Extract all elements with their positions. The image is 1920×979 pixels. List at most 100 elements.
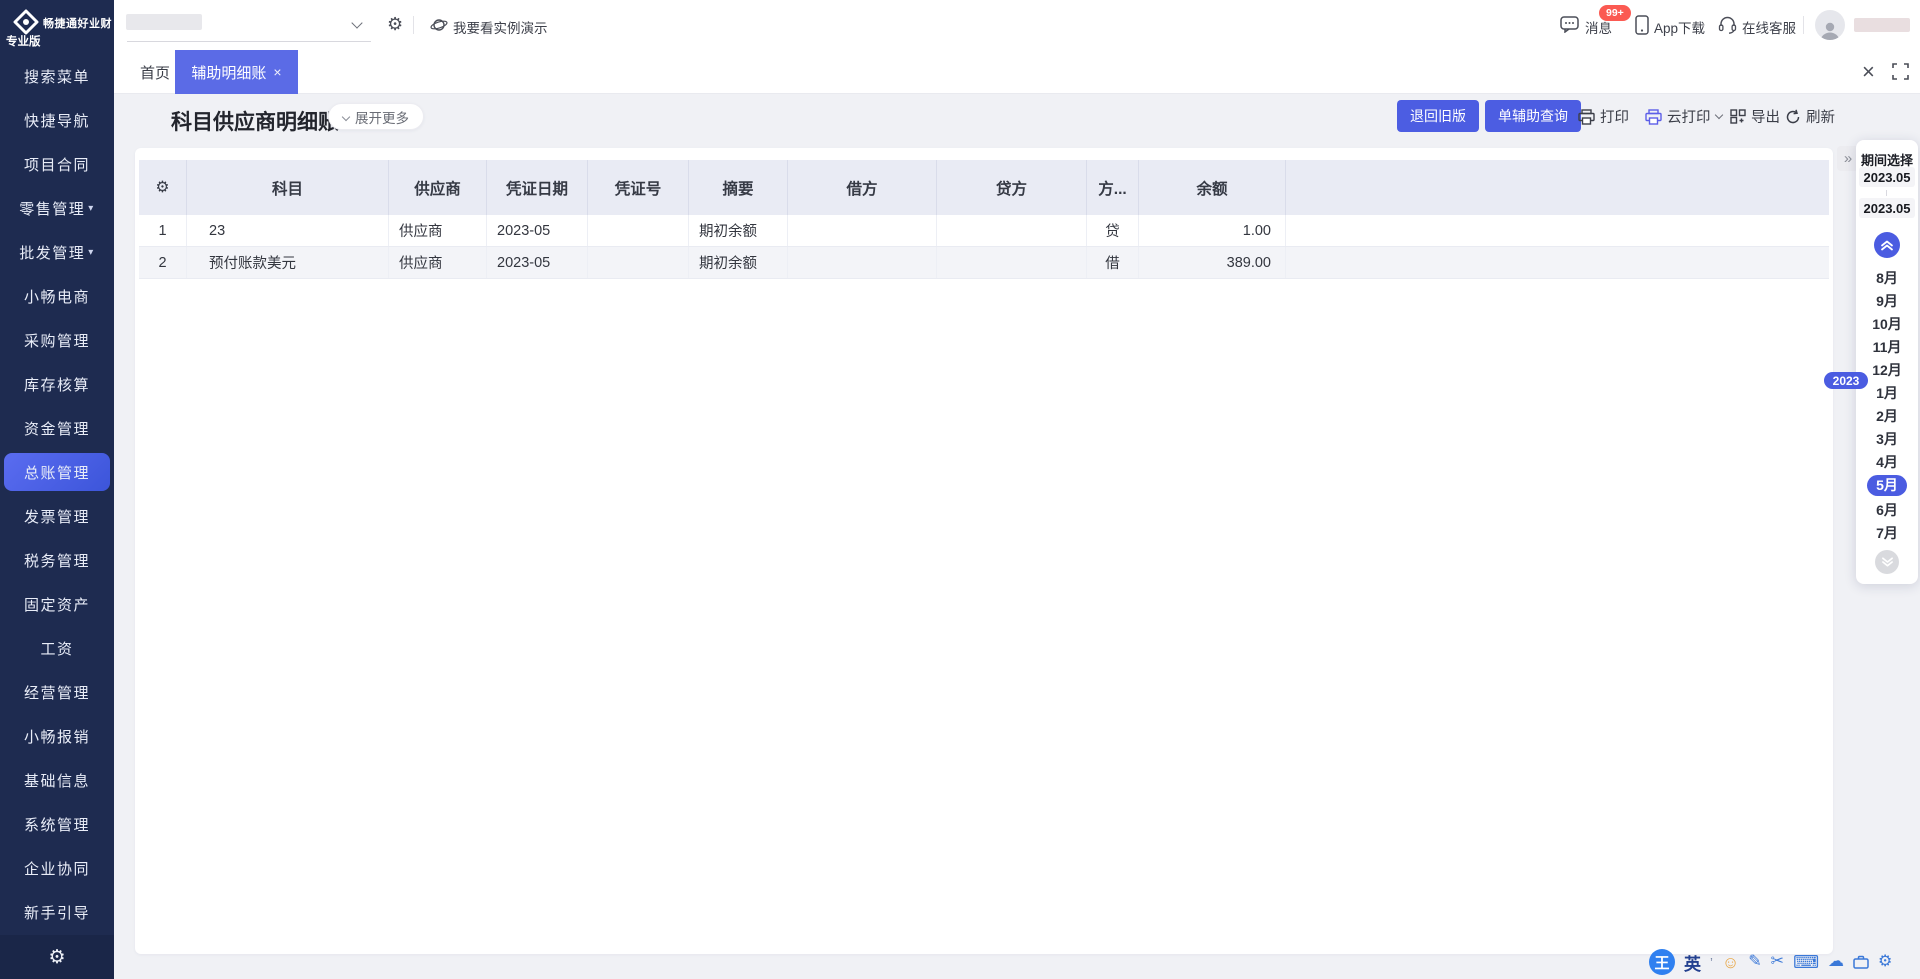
month-item[interactable]: 8月 [1856, 268, 1918, 289]
month-item[interactable]: 3月 [1856, 429, 1918, 450]
sidebar-item-fixed-assets[interactable]: 固定资产 [0, 582, 114, 626]
month-item[interactable]: 6月 [1856, 500, 1918, 521]
cell-direction: 借 [1087, 247, 1139, 278]
sidebar-item-payroll[interactable]: 工资 [0, 626, 114, 670]
col-voucher-date[interactable]: 凭证日期 [487, 160, 588, 215]
col-voucher-no[interactable]: 凭证号 [588, 160, 689, 215]
sidebar-item-collaboration[interactable]: 企业协同 [0, 846, 114, 890]
row-number: 1 [139, 215, 187, 246]
close-icon[interactable]: × [1862, 57, 1875, 87]
sidebar-item-inventory[interactable]: 库存核算 [0, 362, 114, 406]
phone-icon[interactable] [1635, 15, 1649, 35]
month-item[interactable]: 7月 [1856, 523, 1918, 544]
col-credit[interactable]: 贷方 [937, 160, 1087, 215]
sidebar-item-tax[interactable]: 税务管理 [0, 538, 114, 582]
cell-filler [1286, 215, 1829, 246]
gear-icon[interactable]: ⚙ [1878, 954, 1892, 970]
month-item[interactable]: 11月 [1856, 337, 1918, 358]
expand-more-button[interactable]: 展开更多 [328, 103, 424, 130]
ime-logo[interactable]: 王 [1649, 949, 1675, 975]
username-redacted [1854, 18, 1910, 32]
keyboard-icon[interactable]: ⌨ [1793, 953, 1819, 971]
chevron-down-icon[interactable] [351, 17, 363, 29]
scroll-down-button[interactable] [1875, 550, 1899, 574]
brand-logo-icon [13, 9, 39, 35]
message-bubble-icon[interactable] [1560, 16, 1579, 33]
chevron-down-icon [341, 112, 351, 121]
sidebar-settings-button[interactable]: ⚙ [0, 935, 114, 979]
month-item[interactable]: 10月 [1856, 314, 1918, 335]
planet-icon [430, 19, 448, 31]
print-button[interactable]: 打印 [1578, 106, 1629, 127]
chevron-down-icon [1714, 110, 1723, 120]
col-supplier[interactable]: 供应商 [389, 160, 487, 215]
col-direction[interactable]: 方... [1087, 160, 1139, 215]
month-item-selected[interactable]: 5月 [1867, 475, 1907, 496]
printer-icon [1578, 108, 1595, 125]
gear-icon[interactable]: ⚙ [387, 14, 403, 35]
sidebar: 畅捷通好业财 专业版 搜索菜单 快捷导航 项目合同 零售管理 ▾ 批发管理 ▾ 小畅… [0, 0, 114, 979]
cell-voucher-date: 2023-05 [487, 247, 588, 278]
single-aux-query-button[interactable]: 单辅助查询 [1485, 100, 1581, 132]
app-download-link[interactable]: App下载 [1654, 17, 1705, 37]
period-range-end[interactable]: 2023.05 [1859, 198, 1915, 218]
month-item[interactable]: 2月 [1856, 406, 1918, 427]
col-balance[interactable]: 余额 [1139, 160, 1286, 215]
ime-apostrophe-icon[interactable]: ’ [1710, 956, 1713, 969]
sidebar-item-quick-nav[interactable]: 快捷导航 [0, 98, 114, 142]
online-support-link[interactable]: 在线客服 [1742, 17, 1796, 37]
col-debit[interactable]: 借方 [788, 160, 937, 215]
cell-debit [788, 215, 937, 246]
cloud-print-button[interactable]: 云打印 [1645, 106, 1723, 127]
table-row[interactable]: 1 23 供应商 2023-05 期初余额 贷 1.00 [139, 215, 1829, 247]
caret-down-icon: ▾ [88, 246, 95, 258]
table-row[interactable]: 2 预付账款美元 供应商 2023-05 期初余额 借 389.00 [139, 247, 1829, 279]
close-tab-icon[interactable]: × [273, 64, 281, 80]
toolbox-icon[interactable] [1853, 955, 1869, 969]
cloud-icon[interactable]: ☁ [1828, 954, 1844, 970]
sidebar-item-general-ledger[interactable]: 总账管理 [0, 450, 114, 494]
cell-supplier: 供应商 [389, 247, 487, 278]
headset-icon[interactable] [1718, 15, 1737, 34]
sidebar-item-project-contract[interactable]: 项目合同 [0, 142, 114, 186]
org-selector-redacted[interactable] [126, 14, 202, 30]
month-item[interactable]: 9月 [1856, 291, 1918, 312]
column-settings-gear-icon[interactable]: ⚙ [139, 160, 187, 215]
col-subject[interactable]: 科目 [187, 160, 389, 215]
period-range-start[interactable]: 2023.05 [1859, 167, 1915, 187]
sidebar-item-retail[interactable]: 零售管理 ▾ [0, 186, 114, 230]
sidebar-item-system[interactable]: 系统管理 [0, 802, 114, 846]
sidebar-item-funds[interactable]: 资金管理 [0, 406, 114, 450]
sidebar-item-expense[interactable]: 小畅报销 [0, 714, 114, 758]
sidebar-item-beginner-guide[interactable]: 新手引导 [0, 890, 114, 934]
ime-language-toggle[interactable]: 英 [1684, 950, 1701, 975]
export-button[interactable]: 导出 [1730, 106, 1780, 127]
smiley-icon[interactable]: ☺ [1722, 954, 1739, 971]
sidebar-item-search-menu[interactable]: 搜索菜单 [0, 54, 114, 98]
demo-link[interactable]: 我要看实例演示 [453, 17, 548, 37]
pencil-icon[interactable]: ✎ [1748, 954, 1761, 970]
page-title: 科目供应商明细账 [171, 111, 339, 134]
double-chevron-down-icon [1881, 557, 1893, 567]
fullscreen-icon[interactable] [1892, 63, 1909, 80]
col-summary[interactable]: 摘要 [689, 160, 788, 215]
sidebar-item-wholesale[interactable]: 批发管理 ▾ [0, 230, 114, 274]
ledger-card: ⚙ 科目 供应商 凭证日期 凭证号 摘要 借方 贷方 方... 余额 1 23 … [135, 148, 1833, 954]
sidebar-item-basic-info[interactable]: 基础信息 [0, 758, 114, 802]
scissors-icon[interactable]: ✂ [1771, 954, 1784, 970]
col-filler [1286, 160, 1829, 215]
sidebar-item-invoice[interactable]: 发票管理 [0, 494, 114, 538]
tab-aux-detail-ledger[interactable]: 辅助明细账 × [175, 50, 298, 94]
divider [1803, 16, 1804, 34]
refresh-button[interactable]: 刷新 [1785, 106, 1835, 127]
sidebar-item-operations[interactable]: 经营管理 [0, 670, 114, 714]
back-to-old-version-button[interactable]: 退回旧版 [1397, 100, 1479, 132]
year-badge: 2023 [1824, 372, 1868, 389]
refresh-icon [1786, 109, 1800, 123]
sidebar-item-ecommerce[interactable]: 小畅电商 [0, 274, 114, 318]
brand-area: 畅捷通好业财 专业版 [0, 0, 114, 52]
avatar[interactable] [1815, 10, 1845, 40]
scroll-up-button[interactable] [1874, 232, 1900, 258]
month-item[interactable]: 4月 [1856, 452, 1918, 473]
sidebar-item-purchase[interactable]: 采购管理 [0, 318, 114, 362]
